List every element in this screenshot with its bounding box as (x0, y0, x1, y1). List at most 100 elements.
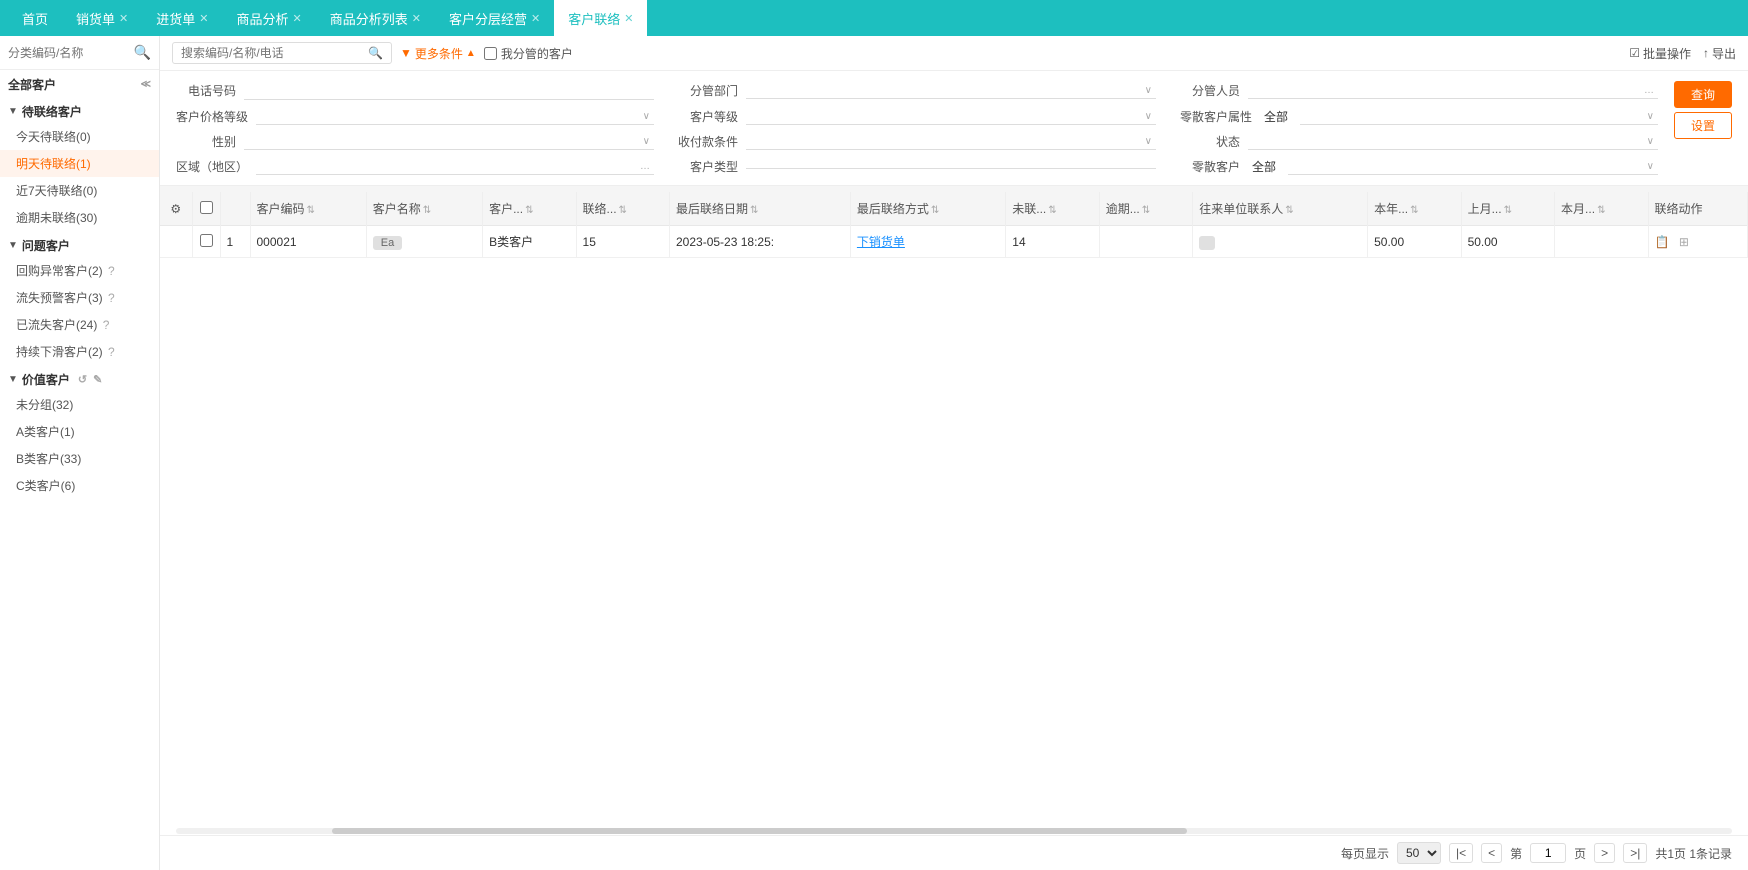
nav-sales[interactable]: 销货单 ✕ (62, 0, 142, 36)
filter-status-select[interactable]: ∨ (1248, 134, 1658, 150)
scrollbar-area (160, 827, 1748, 835)
value-customers-group-title[interactable]: ▼ 价值客户 ↺ ✎ (0, 365, 159, 391)
th-name[interactable]: 客户名称⇅ (366, 192, 482, 226)
nav-product-analysis[interactable]: 商品分析 ✕ (222, 0, 315, 36)
pending-contact-group-title[interactable]: ▼ 待联络客户 (0, 97, 159, 123)
nav-customer-contact-close[interactable]: ✕ (624, 12, 633, 25)
nav-purchase[interactable]: 进货单 ✕ (142, 0, 222, 36)
th-last-contact-method[interactable]: 最后联络方式⇅ (850, 192, 1005, 226)
nav-product-analysis-close[interactable]: ✕ (293, 12, 302, 25)
all-customers-title[interactable]: 全部客户 ≪ (0, 70, 159, 97)
checkbox-icon: ☑ (1629, 46, 1640, 60)
action-icon-1[interactable]: 📋 (1655, 235, 1670, 249)
sidebar-item-ungrouped[interactable]: 未分组(32) (0, 391, 159, 418)
nav-customer-contact[interactable]: 客户联络 ✕ (554, 0, 647, 36)
page-input[interactable] (1530, 843, 1566, 863)
sidebar-item-b-class[interactable]: B类客户(33) (0, 445, 159, 472)
sidebar-item-continuous-decline[interactable]: 持续下滑客户(2) ? (0, 338, 159, 365)
sidebar-item-week[interactable]: 近7天待联络(0) (0, 177, 159, 204)
th-category[interactable]: 客户...⇅ (483, 192, 576, 226)
filter-payment: 收付款条件 ∨ (678, 133, 1156, 150)
sidebar-item-c-class[interactable]: C类客户(6) (0, 472, 159, 499)
sidebar-item-a-class[interactable]: A类客户(1) (0, 418, 159, 445)
th-checkbox[interactable] (192, 192, 220, 226)
nav-product-analysis-table[interactable]: 商品分析列表 ✕ (316, 0, 435, 36)
filter-retail-customer: 零散客户 全部 ∨ (1180, 158, 1658, 175)
search-input[interactable] (181, 46, 368, 60)
filter-dept-select[interactable]: ∨ (746, 83, 1156, 99)
query-button[interactable]: 查询 (1674, 81, 1732, 108)
filter-price-level-select[interactable]: ∨ (256, 109, 654, 125)
select-all-checkbox[interactable] (200, 201, 213, 214)
filter-row-4: 区域（地区） … 客户类型 (176, 158, 1658, 175)
th-overdue[interactable]: 逾期...⇅ (1099, 192, 1192, 226)
last-contact-method-link[interactable]: 下销货单 (857, 235, 905, 249)
nav-home[interactable]: 首页 (8, 0, 62, 36)
filter-customer-level-select[interactable]: ∨ (746, 109, 1156, 125)
filter-manager-select[interactable]: … (1248, 83, 1658, 99)
edit-icon[interactable]: ✎ (93, 373, 102, 386)
td-checkbox[interactable] (192, 226, 220, 258)
help-icon-lost-risk: ? (108, 291, 115, 305)
nav-purchase-close[interactable]: ✕ (199, 12, 208, 25)
scrollbar-thumb[interactable] (332, 828, 1188, 834)
th-last-contact-date[interactable]: 最后联络日期⇅ (670, 192, 851, 226)
sidebar-search-input[interactable] (8, 46, 134, 60)
sidebar-item-lost-risk[interactable]: 流失预警客户(3) ? (0, 284, 159, 311)
refresh-icon[interactable]: ↺ (78, 373, 87, 386)
th-code[interactable]: 客户编码⇅ (250, 192, 366, 226)
next-page-button[interactable]: > (1594, 843, 1615, 863)
th-uncontacted[interactable]: 未联...⇅ (1006, 192, 1099, 226)
settings-button[interactable]: 设置 (1674, 112, 1732, 139)
nav-customer-tier-close[interactable]: ✕ (531, 12, 540, 25)
per-page-select[interactable]: 50 (1397, 842, 1441, 864)
nav-product-analysis-table-close[interactable]: ✕ (412, 12, 421, 25)
nav-sales-label: 销货单 (76, 9, 115, 28)
td-unit-contact (1193, 226, 1368, 258)
td-name: Ea (366, 226, 482, 258)
all-customers-label: 全部客户 (8, 76, 56, 93)
filter-customer-type-select[interactable] (746, 164, 1156, 169)
my-customers-checkbox[interactable] (484, 47, 497, 60)
filter-retail-customer-select[interactable]: ∨ (1288, 159, 1658, 175)
action-icon-2[interactable]: ⊞ (1679, 235, 1689, 249)
td-last-contact-method[interactable]: 下销货单 (850, 226, 1005, 258)
th-contact[interactable]: 联络...⇅ (576, 192, 669, 226)
batch-action-button[interactable]: ☑ 批量操作 (1629, 45, 1691, 62)
nav-sales-close[interactable]: ✕ (119, 12, 128, 25)
filter-gender-select[interactable]: ∨ (244, 134, 654, 150)
td-this-month (1555, 226, 1648, 258)
nav-product-analysis-table-label: 商品分析列表 (330, 9, 408, 28)
th-unit-contact[interactable]: 往来单位联系人⇅ (1193, 192, 1368, 226)
prev-page-button[interactable]: < (1481, 843, 1502, 863)
sidebar-item-tomorrow[interactable]: 明天待联络(1) (0, 150, 159, 177)
td-action: 📋 ⊞ (1648, 226, 1747, 258)
problem-customers-group-title[interactable]: ▼ 问题客户 (0, 231, 159, 257)
more-filters-button[interactable]: ▼ 更多条件 ▲ (400, 45, 476, 62)
sidebar-search-icon[interactable]: 🔍 (134, 44, 151, 61)
filter-row-1: 电话号码 分管部门 ∨ 分管人员 (176, 81, 1658, 100)
sidebar-item-lost[interactable]: 已流失客户(24) ? (0, 311, 159, 338)
sidebar-item-overdue[interactable]: 逾期未联络(30) (0, 204, 159, 231)
filter-region-select[interactable]: … (256, 159, 654, 175)
collapse-icon[interactable]: ≪ (141, 79, 151, 90)
th-gear[interactable]: ⚙ (160, 192, 192, 226)
filter-payment-select[interactable]: ∨ (746, 134, 1156, 150)
last-page-button[interactable]: >| (1623, 843, 1647, 863)
scrollbar-track[interactable] (176, 828, 1732, 834)
th-this-year[interactable]: 本年...⇅ (1368, 192, 1461, 226)
sidebar-item-today[interactable]: 今天待联络(0) (0, 123, 159, 150)
th-last-month[interactable]: 上月...⇅ (1461, 192, 1554, 226)
th-this-month[interactable]: 本月...⇅ (1555, 192, 1648, 226)
sidebar-item-repurchase-abnormal[interactable]: 回购异常客户(2) ? (0, 257, 159, 284)
search-input-wrap: 🔍 (172, 42, 392, 64)
row-checkbox[interactable] (200, 234, 213, 247)
nav-customer-tier[interactable]: 客户分层经营 ✕ (435, 0, 554, 36)
filter-retail-attr-select[interactable]: ∨ (1300, 109, 1658, 125)
td-overdue (1099, 226, 1192, 258)
filter-retail-attr: 零散客户属性 全部 ∨ (1180, 108, 1658, 125)
search-icon[interactable]: 🔍 (368, 46, 383, 60)
first-page-button[interactable]: |< (1449, 843, 1473, 863)
filter-phone-input[interactable] (244, 81, 654, 100)
export-button[interactable]: ↑ 导出 (1703, 45, 1736, 62)
